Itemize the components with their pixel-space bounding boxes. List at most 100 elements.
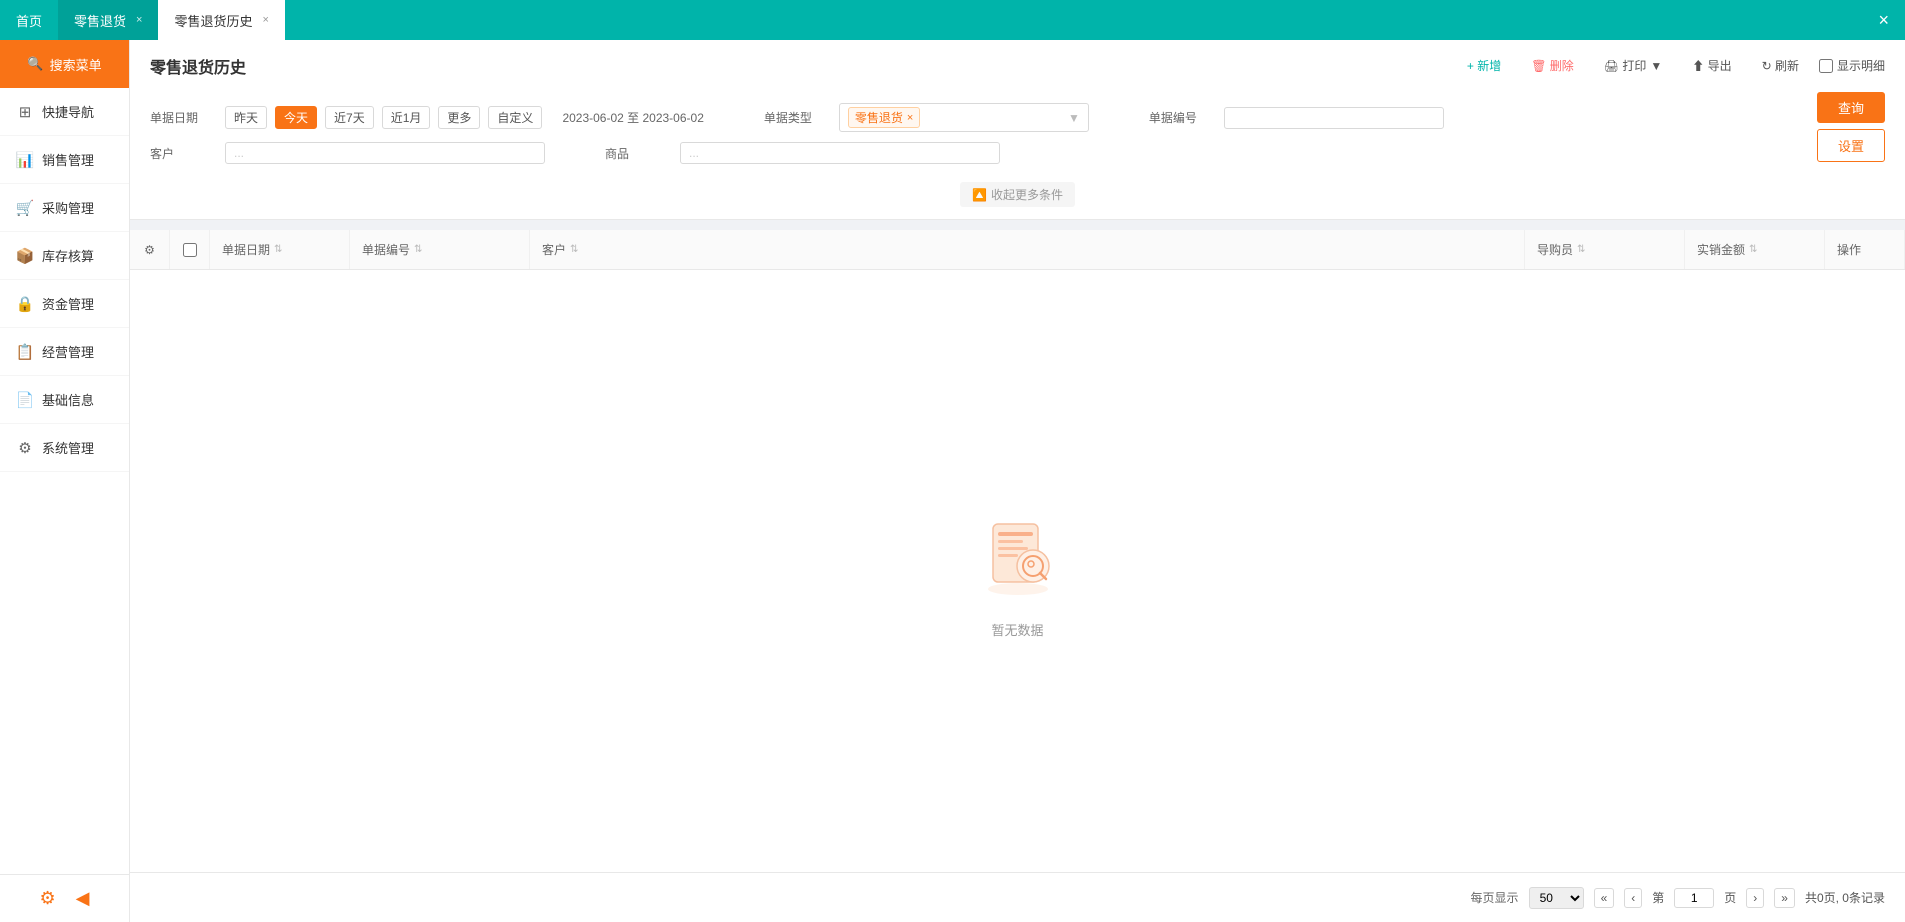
- settings-footer-icon[interactable]: ⚙: [40, 888, 56, 909]
- sidebar-item-system[interactable]: ⚙ 系统管理: [0, 424, 129, 472]
- customer-filter-dots: ...: [234, 146, 244, 160]
- print-button[interactable]: 🖨 打印 ▼: [1594, 52, 1672, 79]
- window-close-icon[interactable]: ×: [1878, 10, 1889, 30]
- number-filter-label: 单据编号: [1149, 109, 1204, 126]
- th-guide[interactable]: 导购员 ⇅: [1525, 230, 1685, 269]
- sidebar: 🔍 搜索菜单 ⊞ 快捷导航 📊 销售管理 🛒 采购管理 📦 库存核算 🔒 资金管…: [0, 40, 130, 922]
- sidebar-item-quick-nav[interactable]: ⊞ 快捷导航: [0, 88, 129, 136]
- date-btn-today[interactable]: 今天: [275, 106, 317, 129]
- date-range-display: 2023-06-02 至 2023-06-02: [562, 109, 703, 126]
- retail-return-tab-close[interactable]: ×: [136, 14, 142, 26]
- filter-row-date: 单据日期 昨天 今天 近7天 近1月 更多 自定义 2023-06-02 至 2…: [150, 103, 1885, 132]
- page-number-input[interactable]: [1674, 888, 1714, 908]
- number-filter-input[interactable]: [1224, 107, 1444, 129]
- number-sort-icon: ⇅: [414, 244, 422, 255]
- sidebar-search-label: 搜索菜单: [50, 55, 102, 74]
- collapse-sidebar-icon[interactable]: ◀: [76, 888, 90, 909]
- pagination-bar: 每页显示 50 100 200 « ‹ 第 页 › » 共0页, 0条记录: [130, 872, 1905, 922]
- sidebar-item-inventory[interactable]: 📦 库存核算: [0, 232, 129, 280]
- th-action-label: 操作: [1837, 241, 1861, 258]
- goods-filter-select[interactable]: ...: [680, 142, 1000, 164]
- purchase-icon: 🛒: [16, 199, 34, 217]
- export-button-label: ⬆ 导出: [1692, 57, 1731, 74]
- content-area: 零售退货历史 + 新增 🗑 删除 🖨 打印 ▼ ⬆ 导出: [130, 40, 1905, 922]
- inventory-icon: 📦: [16, 247, 34, 265]
- th-action: 操作: [1825, 230, 1905, 269]
- collapse-button-label: 收起更多条件: [991, 186, 1063, 203]
- date-btn-more[interactable]: 更多: [438, 106, 480, 129]
- show-detail-toggle[interactable]: 显示明细: [1819, 57, 1885, 74]
- empty-text: 暂无数据: [991, 620, 1043, 639]
- total-info: 共0页, 0条记录: [1805, 889, 1885, 906]
- type-filter-select[interactable]: 零售退货 × ▼: [839, 103, 1089, 132]
- date-btn-1month[interactable]: 近1月: [382, 106, 431, 129]
- prev-page-button[interactable]: ‹: [1624, 888, 1642, 908]
- export-button[interactable]: ⬆ 导出: [1682, 52, 1741, 79]
- sidebar-item-label: 经营管理: [42, 342, 94, 361]
- th-customer-label: 客户: [542, 241, 566, 258]
- th-checkbox[interactable]: [170, 230, 210, 269]
- show-detail-label-text: 显示明细: [1837, 57, 1885, 74]
- main-layout: 🔍 搜索菜单 ⊞ 快捷导航 📊 销售管理 🛒 采购管理 📦 库存核算 🔒 资金管…: [0, 40, 1905, 922]
- show-detail-checkbox[interactable]: [1819, 59, 1833, 73]
- th-customer[interactable]: 客户 ⇅: [530, 230, 1525, 269]
- sidebar-item-label: 库存核算: [42, 246, 94, 265]
- sidebar-item-operations[interactable]: 📋 经营管理: [0, 328, 129, 376]
- last-page-button[interactable]: »: [1774, 888, 1795, 908]
- th-number[interactable]: 单据编号 ⇅: [350, 230, 530, 269]
- settings-button[interactable]: 设置: [1817, 129, 1885, 162]
- date-btn-custom[interactable]: 自定义: [488, 106, 542, 129]
- page-size-select[interactable]: 50 100 200: [1529, 887, 1584, 909]
- sidebar-item-purchase[interactable]: 🛒 采购管理: [0, 184, 129, 232]
- sidebar-item-sales[interactable]: 📊 销售管理: [0, 136, 129, 184]
- sidebar-item-basic-info[interactable]: 📄 基础信息: [0, 376, 129, 424]
- th-date[interactable]: 单据日期 ⇅: [210, 230, 350, 269]
- sidebar-footer: ⚙ ◀: [0, 874, 129, 922]
- customer-filter-select[interactable]: ...: [225, 142, 545, 164]
- filter-area: 单据日期 昨天 今天 近7天 近1月 更多 自定义 2023-06-02 至 2…: [150, 91, 1885, 219]
- tab-retail-return-history[interactable]: 零售退货历史 ×: [158, 0, 284, 40]
- print-dropdown-icon: ▼: [1650, 59, 1662, 73]
- page-title-row: 零售退货历史 + 新增 🗑 删除 🖨 打印 ▼ ⬆ 导出: [150, 52, 1885, 79]
- tab-retail-return[interactable]: 零售退货 ×: [58, 0, 158, 40]
- th-amount[interactable]: 实销金额 ⇅: [1685, 230, 1825, 269]
- sidebar-search[interactable]: 🔍 搜索菜单: [0, 40, 129, 88]
- system-icon: ⚙: [16, 439, 34, 457]
- guide-sort-icon: ⇅: [1577, 244, 1585, 255]
- empty-illustration: [968, 504, 1068, 604]
- select-all-checkbox[interactable]: [183, 243, 197, 257]
- th-guide-label: 导购员: [1537, 241, 1573, 258]
- delete-button[interactable]: 🗑 删除: [1521, 52, 1584, 79]
- customer-sort-icon: ⇅: [570, 244, 578, 255]
- retail-return-history-tab-label: 零售退货历史: [174, 11, 252, 30]
- date-btn-yesterday[interactable]: 昨天: [225, 106, 267, 129]
- tab-home[interactable]: 首页: [0, 0, 58, 40]
- th-amount-label: 实销金额: [1697, 241, 1745, 258]
- sidebar-item-label: 采购管理: [42, 198, 94, 217]
- sidebar-item-finance[interactable]: 🔒 资金管理: [0, 280, 129, 328]
- type-filter-tag-text: 零售退货: [855, 109, 903, 126]
- delete-button-label: 🗑 删除: [1531, 57, 1574, 74]
- sidebar-item-label: 销售管理: [42, 150, 94, 169]
- refresh-button[interactable]: ↻ 刷新: [1752, 52, 1809, 79]
- collapse-button[interactable]: 🔼 收起更多条件: [960, 182, 1075, 207]
- sidebar-item-label: 基础信息: [42, 390, 94, 409]
- new-button[interactable]: + 新增: [1457, 52, 1511, 79]
- query-button[interactable]: 查询: [1817, 92, 1885, 123]
- date-btn-7days[interactable]: 近7天: [325, 106, 374, 129]
- search-icon: 🔍: [27, 56, 43, 72]
- collapse-up-icon: 🔼: [972, 188, 987, 202]
- first-page-button[interactable]: «: [1594, 888, 1615, 908]
- type-filter-tag-remove[interactable]: ×: [907, 112, 913, 124]
- top-bar: 首页 零售退货 × 零售退货历史 × ×: [0, 0, 1905, 40]
- table-area: ⚙ 单据日期 ⇅ 单据编号 ⇅ 客户 ⇅ 导购员: [130, 230, 1905, 872]
- table-header: ⚙ 单据日期 ⇅ 单据编号 ⇅ 客户 ⇅ 导购员: [130, 230, 1905, 270]
- page-unit: 页: [1724, 889, 1736, 906]
- th-settings[interactable]: ⚙: [130, 230, 170, 269]
- th-date-label: 单据日期: [222, 241, 270, 258]
- next-page-button[interactable]: ›: [1746, 888, 1764, 908]
- operations-icon: 📋: [16, 343, 34, 361]
- th-number-label: 单据编号: [362, 241, 410, 258]
- page-label: 第: [1652, 889, 1664, 906]
- retail-return-history-tab-close[interactable]: ×: [262, 14, 268, 26]
